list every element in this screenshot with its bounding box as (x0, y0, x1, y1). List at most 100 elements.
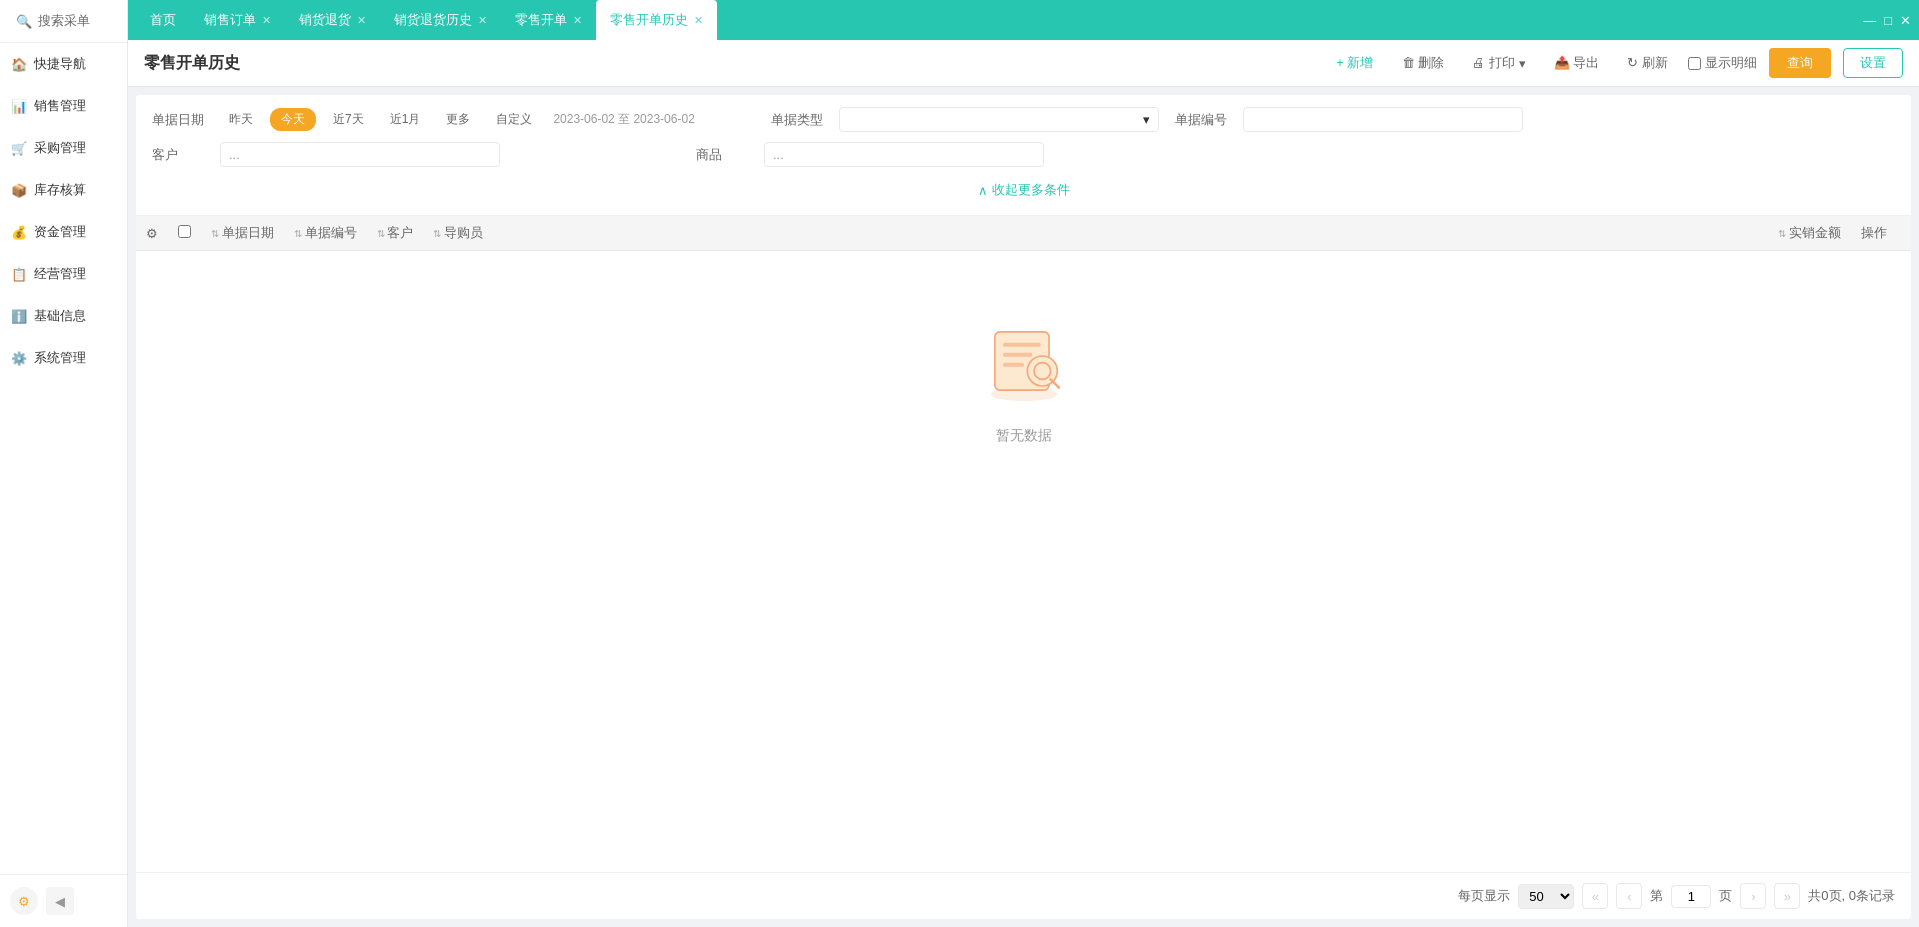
sidebar-bottom: ⚙ ◀ (0, 874, 127, 927)
gear-icon: ⚙️ (10, 349, 28, 367)
sidebar-item-label: 经营管理 (34, 265, 86, 283)
toolbar: 零售开单历史 + 新增 🗑 删除 🖨 打印 ▾ 📤 导出 ↻ 刷新 显示明细 (128, 40, 1919, 87)
sidebar-item-finance[interactable]: 💰 资金管理 (0, 211, 127, 253)
export-button[interactable]: 📤 导出 (1546, 50, 1608, 76)
th-no[interactable]: 单据编号 (284, 216, 367, 251)
home-icon: 🏠 (10, 55, 28, 73)
tab-sales-return[interactable]: 销货退货 ✕ (285, 0, 380, 40)
tab-home-label: 首页 (150, 11, 176, 29)
tab-sales-return-history-close[interactable]: ✕ (478, 14, 487, 27)
per-page-label: 每页显示 (1458, 887, 1510, 905)
toolbar-actions: + 新增 🗑 删除 🖨 打印 ▾ 📤 导出 ↻ 刷新 显示明细 查询 设置 (1328, 48, 1903, 78)
select-all-checkbox[interactable] (178, 225, 191, 238)
sidebar-item-label: 采购管理 (34, 139, 86, 157)
th-date[interactable]: 单据日期 (201, 216, 284, 251)
tab-sales-return-history[interactable]: 销货退货历史 ✕ (380, 0, 501, 40)
custom-btn[interactable]: 自定义 (487, 108, 541, 131)
th-salesperson[interactable]: 导购员 (423, 216, 493, 251)
print-button[interactable]: 🖨 打印 ▾ (1464, 50, 1534, 76)
sidebar-item-inventory[interactable]: 📦 库存核算 (0, 169, 127, 211)
filter-row-2: 客户 ... 商品 ... (152, 142, 1895, 167)
th-settings[interactable]: ⚙ (136, 216, 168, 251)
show-detail-checkbox-group[interactable]: 显示明细 (1688, 54, 1757, 72)
sidebar-item-label: 系统管理 (34, 349, 86, 367)
sidebar: 🔍 搜索采单 🏠 快捷导航 📊 销售管理 🛒 采购管理 📦 库存核算 💰 资金管… (0, 0, 128, 927)
collapse-up-icon: ∧ (978, 183, 988, 198)
goods-group: 商品 ... (696, 142, 1044, 167)
today-btn[interactable]: 今天 (270, 108, 316, 131)
week7-btn[interactable]: 近7天 (324, 108, 373, 131)
prev-page-button[interactable]: ‹ (1616, 883, 1642, 909)
th-spacer (493, 216, 1768, 251)
first-page-button[interactable]: « (1582, 883, 1608, 909)
th-customer[interactable]: 客户 (367, 216, 424, 251)
settings-button[interactable]: ⚙ (10, 887, 38, 915)
date-filter-label: 单据日期 (152, 111, 212, 129)
sidebar-item-operations[interactable]: 📋 经营管理 (0, 253, 127, 295)
bill-no-input[interactable] (1243, 107, 1523, 132)
sidebar-item-purchase-mgmt[interactable]: 🛒 采购管理 (0, 127, 127, 169)
total-text: 共0页, 0条记录 (1808, 887, 1895, 905)
tab-sales-order-label: 销售订单 (204, 11, 256, 29)
info-icon: ℹ️ (10, 307, 28, 325)
page-input[interactable] (1671, 885, 1711, 908)
svg-rect-2 (1003, 343, 1040, 347)
query-button[interactable]: 查询 (1769, 48, 1831, 78)
last-page-button[interactable]: » (1774, 883, 1800, 909)
tab-sales-order[interactable]: 销售订单 ✕ (190, 0, 285, 40)
sidebar-search-label: 搜索采单 (38, 12, 90, 30)
export-button-label: 📤 导出 (1554, 54, 1600, 72)
data-table: ⚙ 单据日期 单据编号 客户 导购员 实销金额 操作 (136, 216, 1911, 251)
sidebar-item-label: 基础信息 (34, 307, 86, 325)
tab-retail-open-history[interactable]: 零售开单历史 ✕ (596, 0, 717, 40)
table-area: ⚙ 单据日期 单据编号 客户 导购员 实销金额 操作 (136, 216, 1911, 872)
delete-button[interactable]: 🗑 删除 (1394, 50, 1453, 76)
collapse-label: 收起更多条件 (992, 181, 1070, 199)
sidebar-item-sys-mgmt[interactable]: ⚙️ 系统管理 (0, 337, 127, 379)
add-button[interactable]: + 新增 (1328, 50, 1381, 76)
page-suffix: 页 (1719, 887, 1732, 905)
minimize-button[interactable]: — (1863, 13, 1876, 28)
add-button-label: + 新增 (1336, 54, 1373, 72)
show-detail-checkbox[interactable] (1688, 57, 1701, 70)
date-range-text: 2023-06-02 至 2023-06-02 (553, 111, 694, 128)
yesterday-btn[interactable]: 昨天 (220, 108, 262, 131)
page-title: 零售开单历史 (144, 53, 1328, 74)
close-button[interactable]: ✕ (1900, 13, 1911, 28)
maximize-button[interactable]: □ (1884, 13, 1892, 28)
per-page-select[interactable]: 20 50 100 (1518, 884, 1574, 909)
dropdown-arrow-icon: ▾ (1143, 112, 1150, 127)
collapse-filter-button[interactable]: ∧ 收起更多条件 (970, 177, 1078, 203)
tab-sales-return-close[interactable]: ✕ (357, 14, 366, 27)
sidebar-item-sales-mgmt[interactable]: 📊 销售管理 (0, 85, 127, 127)
bill-no-group: 单据编号 (1175, 107, 1523, 132)
th-amount[interactable]: 实销金额 (1768, 216, 1851, 251)
chart-icon: 📊 (10, 97, 28, 115)
collapse-sidebar-button[interactable]: ◀ (46, 887, 74, 915)
goods-label: 商品 (696, 146, 756, 164)
month1-btn[interactable]: 近1月 (381, 108, 430, 131)
goods-placeholder: ... (773, 147, 784, 162)
bill-type-select[interactable]: ▾ (839, 107, 1159, 132)
more-btn[interactable]: 更多 (437, 108, 479, 131)
tab-home[interactable]: 首页 (136, 0, 190, 40)
tab-retail-open-close[interactable]: ✕ (573, 14, 582, 27)
setting-button[interactable]: 设置 (1843, 48, 1903, 78)
th-checkbox[interactable] (168, 216, 201, 251)
th-action: 操作 (1851, 216, 1911, 251)
box-icon: 📦 (10, 181, 28, 199)
briefcase-icon: 📋 (10, 265, 28, 283)
goods-input[interactable]: ... (764, 142, 1044, 167)
sidebar-item-label: 资金管理 (34, 223, 86, 241)
sidebar-search[interactable]: 🔍 搜索采单 (0, 0, 127, 43)
customer-input[interactable]: ... (220, 142, 500, 167)
next-page-button[interactable]: › (1740, 883, 1766, 909)
sidebar-item-basic-info[interactable]: ℹ️ 基础信息 (0, 295, 127, 337)
sidebar-item-quick-nav[interactable]: 🏠 快捷导航 (0, 43, 127, 85)
refresh-button[interactable]: ↻ 刷新 (1619, 50, 1676, 76)
tab-retail-open[interactable]: 零售开单 ✕ (501, 0, 596, 40)
tab-retail-open-history-close[interactable]: ✕ (694, 14, 703, 27)
svg-rect-4 (1003, 363, 1024, 367)
main-area: 首页 销售订单 ✕ 销货退货 ✕ 销货退货历史 ✕ 零售开单 ✕ 零售开单历史 … (128, 0, 1919, 927)
tab-sales-order-close[interactable]: ✕ (262, 14, 271, 27)
